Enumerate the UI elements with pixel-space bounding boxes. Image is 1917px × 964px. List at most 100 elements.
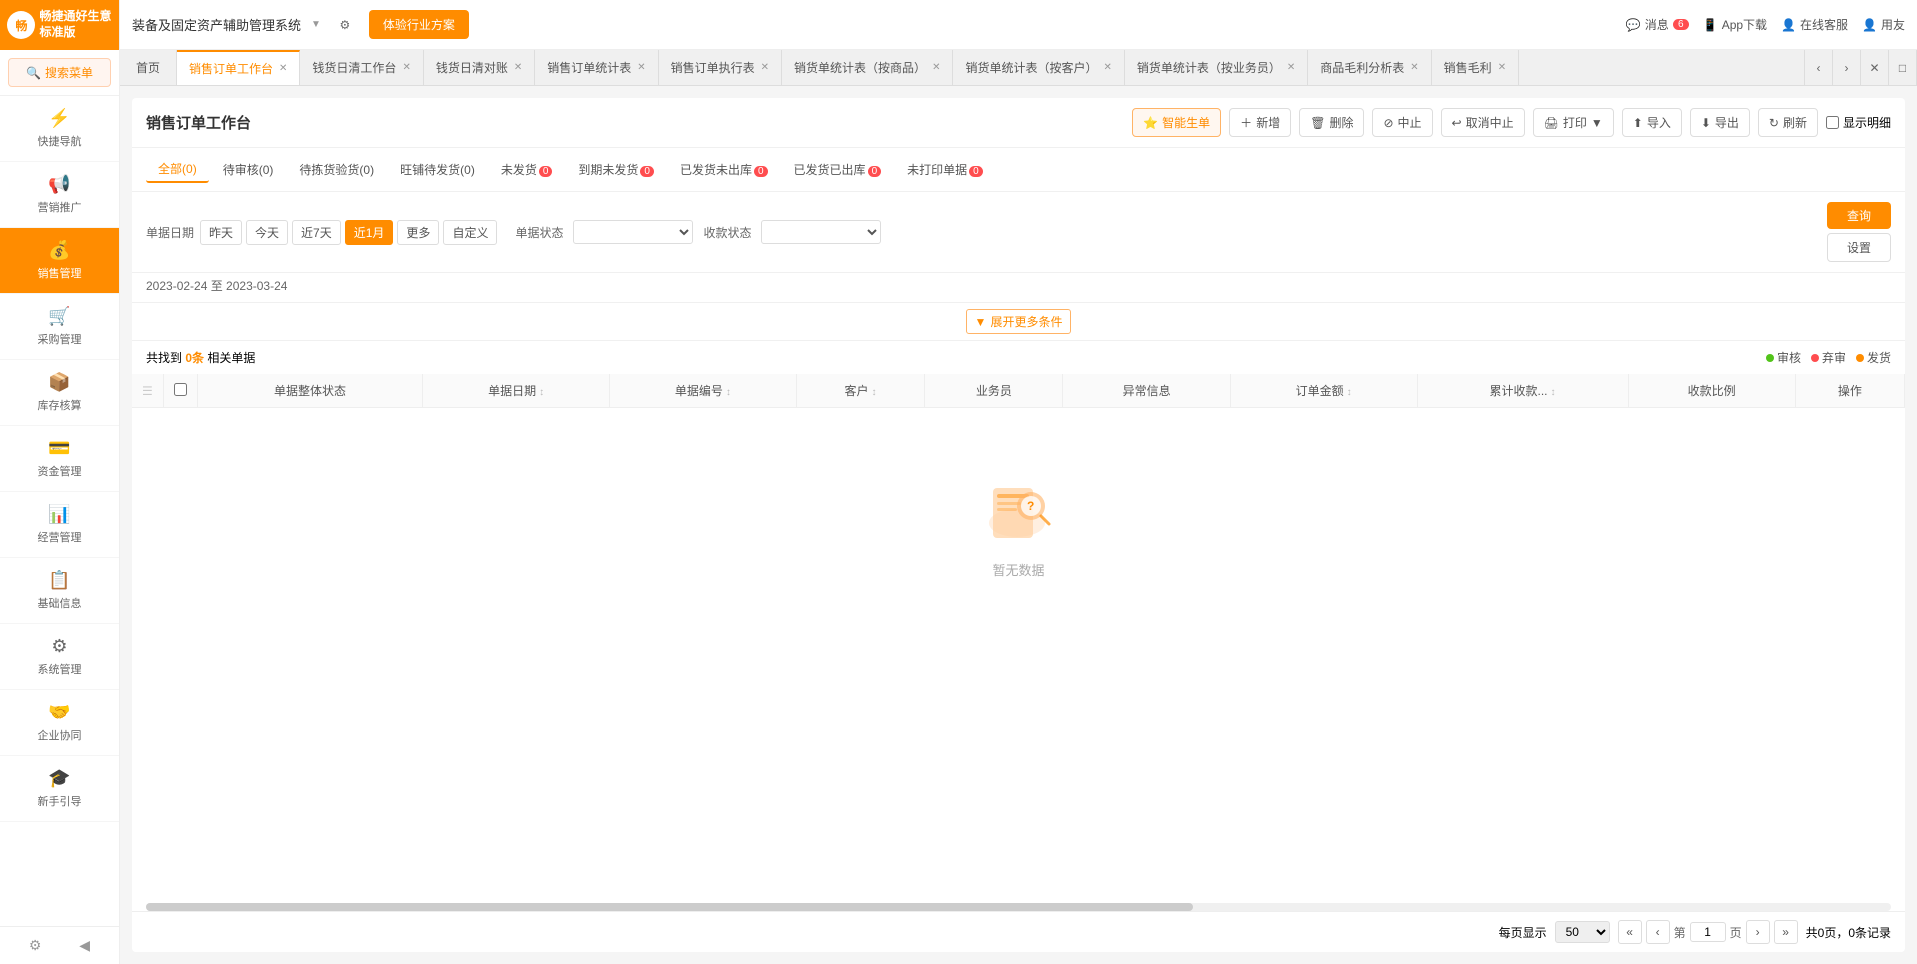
sidebar-item-system[interactable]: ⚙ 系统管理 (0, 624, 119, 690)
tab-sales-stats[interactable]: 销售订单统计表 ✕ (535, 50, 658, 86)
topbar-settings-btn[interactable]: ⚙ (331, 11, 359, 39)
tab-sales-exec[interactable]: 销售订单执行表 ✕ (659, 50, 782, 86)
export-btn[interactable]: ⬇ 导出 (1690, 108, 1750, 137)
sidebar-item-cooperation[interactable]: 🤝 企业协同 (0, 690, 119, 756)
tab-scroll-left[interactable]: ‹ (1805, 50, 1833, 86)
prev-page-btn[interactable]: ‹ (1646, 920, 1670, 944)
tab-sales-by-staff[interactable]: 销货单统计表（按业务员） ✕ (1125, 50, 1308, 86)
tab-scroll-right[interactable]: › (1833, 50, 1861, 86)
message-btn[interactable]: 💬 消息 6 (1626, 16, 1689, 33)
tab-close-gross-profit[interactable]: ✕ (1410, 62, 1418, 73)
date-yesterday-btn[interactable]: 昨天 (200, 220, 242, 245)
sub-tab-shipped-not-out[interactable]: 已发货未出库0 (668, 157, 780, 182)
tab-close-cash-daily[interactable]: ✕ (402, 62, 410, 73)
col-date[interactable]: 单据日期 (423, 374, 610, 408)
sidebar-item-marketing[interactable]: 📢 营销推广 (0, 162, 119, 228)
sub-tab-wangpu[interactable]: 旺铺待发货(0) (388, 157, 487, 182)
tab-cash-reconcile[interactable]: 钱货日清对账 ✕ (424, 50, 535, 86)
sidebar-item-basic-info[interactable]: 📋 基础信息 (0, 558, 119, 624)
sub-tab-pending-inspect[interactable]: 待拣货验货(0) (287, 157, 386, 182)
first-page-btn[interactable]: « (1618, 920, 1642, 944)
tab-cash-daily[interactable]: 钱货日清工作台 ✕ (300, 50, 423, 86)
tab-sales-profit[interactable]: 销售毛利 ✕ (1432, 50, 1519, 86)
cancel-stop-btn[interactable]: ↩ 取消中止 (1441, 108, 1525, 137)
date-7days-btn[interactable]: 近7天 (292, 220, 341, 245)
settings-bottom-btn[interactable]: ⚙ (29, 937, 42, 954)
print-btn[interactable]: 🖨 打印 ▼ (1533, 108, 1614, 137)
col-customer[interactable]: 客户 (796, 374, 925, 408)
sidebar-item-finance[interactable]: 💳 资金管理 (0, 426, 119, 492)
search-menu-button[interactable]: 🔍 搜索菜单 (8, 58, 111, 87)
col-amount[interactable]: 订单金额 (1230, 374, 1417, 408)
query-button[interactable]: 查询 (1827, 202, 1891, 229)
show-detail-checkbox[interactable] (1826, 116, 1839, 129)
user-btn[interactable]: 👤 用友 (1862, 16, 1905, 33)
pagination-footer: 每页显示 50 20 100 « ‹ 第 页 › » 共0页，0条记录 (132, 911, 1905, 952)
tab-home[interactable]: 首页 (120, 50, 177, 86)
tab-maximize[interactable]: □ (1889, 50, 1917, 86)
tab-close-all[interactable]: ✕ (1861, 50, 1889, 86)
collapse-btn[interactable]: ◀ (79, 937, 90, 954)
col-number[interactable]: 单据编号 (610, 374, 797, 408)
ship-action-btn[interactable]: 发货 (1856, 349, 1891, 366)
expand-icon: ▼ (975, 315, 987, 329)
tab-sales-by-customer[interactable]: 销货单统计表（按客户） ✕ (953, 50, 1124, 86)
tab-close-sales-by-customer[interactable]: ✕ (1103, 62, 1111, 73)
sub-tab-not-printed[interactable]: 未打印单据0 (895, 157, 995, 182)
sub-tab-all[interactable]: 全部(0) (146, 156, 209, 183)
tab-close-sales-by-product[interactable]: ✕ (932, 62, 940, 73)
stop-btn[interactable]: ⊘ 中止 (1372, 108, 1432, 137)
ai-generate-btn[interactable]: ⭐ 智能生单 (1132, 108, 1221, 137)
status-filter-select[interactable] (573, 220, 693, 244)
page-number-input[interactable] (1690, 922, 1726, 942)
tab-close-sales-stats[interactable]: ✕ (637, 62, 645, 73)
date-today-btn[interactable]: 今天 (246, 220, 288, 245)
sidebar-item-sales[interactable]: 💰 销售管理 (0, 228, 119, 294)
tab-sales-workbench[interactable]: 销售订单工作台 ✕ (177, 50, 300, 86)
sub-tab-overdue[interactable]: 到期未发货0 (566, 157, 666, 182)
sidebar-item-operations[interactable]: 📊 经营管理 (0, 492, 119, 558)
online-service-btn[interactable]: 👤 在线客服 (1781, 16, 1848, 33)
import-btn[interactable]: ⬆ 导入 (1622, 108, 1682, 137)
tab-close-sales-by-staff[interactable]: ✕ (1287, 62, 1295, 73)
date-1month-btn[interactable]: 近1月 (345, 220, 394, 245)
sidebar-item-inventory[interactable]: 📦 库存核算 (0, 360, 119, 426)
plan-button[interactable]: 体验行业方案 (369, 10, 469, 39)
next-page-btn[interactable]: › (1746, 920, 1770, 944)
sidebar-item-purchase[interactable]: 🛒 采购管理 (0, 294, 119, 360)
page-size-select[interactable]: 50 20 100 (1555, 921, 1610, 943)
set-button[interactable]: 设置 (1827, 233, 1891, 262)
add-btn[interactable]: ＋ 新增 (1229, 108, 1291, 137)
table-wrap: ☰ 单据整体状态 单据日期 单据编号 客户 业务员 异常信息 订单金额 累计收款… (132, 374, 1905, 903)
print-chevron-icon: ▼ (1591, 116, 1603, 130)
col-collected[interactable]: 累计收款... (1417, 374, 1628, 408)
expand-conditions-btn[interactable]: ▼ 展开更多条件 (966, 309, 1072, 334)
sub-tab-shipped-out[interactable]: 已发货已出库0 (782, 157, 894, 182)
cancel-review-action-btn[interactable]: 弃审 (1811, 349, 1846, 366)
sidebar-item-guide[interactable]: 🎓 新手引导 (0, 756, 119, 822)
tab-sales-by-product[interactable]: 销货单统计表（按商品） ✕ (782, 50, 953, 86)
tab-gross-profit[interactable]: 商品毛利分析表 ✕ (1308, 50, 1431, 86)
col-checkbox[interactable] (163, 374, 197, 408)
select-all-checkbox[interactable] (174, 383, 187, 396)
sub-tab-pending-review[interactable]: 待审核(0) (211, 157, 286, 182)
last-page-btn[interactable]: » (1774, 920, 1798, 944)
sidebar-item-quick-nav[interactable]: ⚡ 快捷导航 (0, 96, 119, 162)
sub-tab-not-shipped[interactable]: 未发货0 (489, 157, 565, 182)
refresh-btn[interactable]: ↻ 刷新 (1758, 108, 1818, 137)
main-area: 装备及固定资产辅助管理系统 ▼ ⚙ 体验行业方案 💬 消息 6 📱 App下载 … (120, 0, 1917, 964)
scrollbar-thumb[interactable] (146, 903, 1193, 911)
date-custom-btn[interactable]: 自定义 (443, 220, 497, 245)
tab-close-sales-workbench[interactable]: ✕ (279, 63, 287, 74)
review-action-btn[interactable]: 审核 (1766, 349, 1801, 366)
app-download-btn[interactable]: 📱 App下载 (1703, 16, 1767, 33)
horizontal-scrollbar[interactable] (146, 903, 1891, 911)
payment-filter-select[interactable] (761, 220, 881, 244)
results-bar: 共找到 0条 相关单据 审核 弃审 发货 (132, 341, 1905, 374)
tab-close-sales-exec[interactable]: ✕ (761, 62, 769, 73)
tab-close-cash-reconcile[interactable]: ✕ (514, 62, 522, 73)
tab-close-sales-profit[interactable]: ✕ (1498, 62, 1506, 73)
date-more-btn[interactable]: 更多 (397, 220, 439, 245)
show-detail-label[interactable]: 显示明细 (1826, 114, 1891, 131)
delete-btn[interactable]: 🗑 删除 (1299, 108, 1364, 137)
